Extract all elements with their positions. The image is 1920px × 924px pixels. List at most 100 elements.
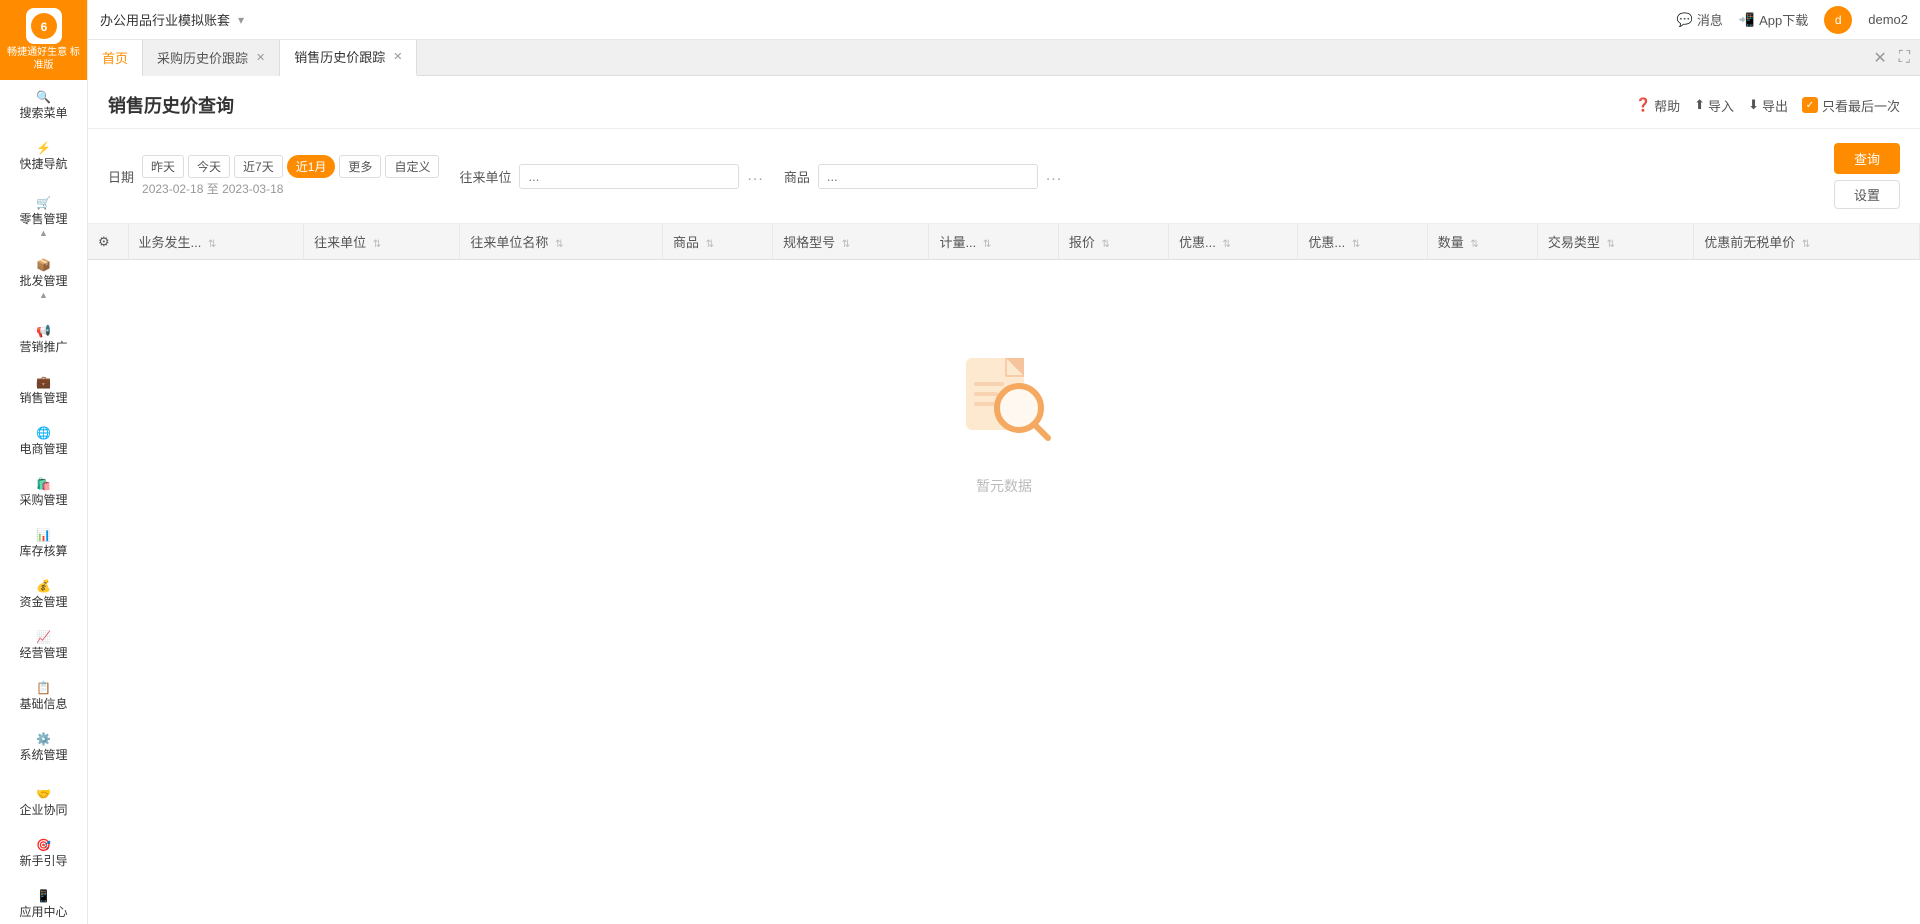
import-button[interactable]: ⬆ 导入 <box>1694 96 1734 115</box>
table-wrapper: ⚙ 业务发生... ⇅ 往来单位 ⇅ 往来单位名称 ⇅ <box>88 224 1920 576</box>
help-button[interactable]: ❓ 帮助 <box>1635 96 1680 115</box>
col-spec-label: 规格型号 <box>783 235 835 250</box>
export-button[interactable]: ⬇ 导出 <box>1748 96 1788 115</box>
product-filter-field: 商品 ... <box>784 164 1062 189</box>
sidebar-item-purchase[interactable]: 🛍️ 采购管理 <box>0 467 87 518</box>
system-icon: ⚙️ <box>36 732 51 746</box>
sidebar-item-marketing[interactable]: 📢 营销推广 <box>0 314 87 365</box>
user-avatar[interactable]: d <box>1824 6 1852 34</box>
col-partner-code-label: 往来单位 <box>314 235 366 250</box>
topbar-dropdown-arrow[interactable]: ▾ <box>238 13 244 27</box>
sidebar-item-system[interactable]: ⚙️ 系统管理 <box>0 722 87 773</box>
sidebar-item-app-center[interactable]: 📱 应用中心 <box>0 879 87 924</box>
app-logo[interactable]: 6 畅捷通好生意 标准版 <box>0 0 87 80</box>
sort-icon: ⇅ <box>706 239 714 250</box>
marketing-icon: 📢 <box>36 324 51 338</box>
lightning-icon: ⚡ <box>36 141 51 155</box>
col-quote-label: 报价 <box>1069 235 1095 250</box>
sidebar-item-inventory[interactable]: 📊 库存核算 <box>0 518 87 569</box>
tab-purchase-history[interactable]: 采购历史价跟踪 ✕ <box>143 40 280 76</box>
search-bar: 日期 昨天 今天 近7天 近1月 更多 自定义 2023-02-18 至 202… <box>88 129 1920 224</box>
message-button[interactable]: 💬 消息 <box>1677 10 1723 29</box>
col-discount2[interactable]: 优惠... ⇅ <box>1298 224 1427 260</box>
query-button[interactable]: 查询 <box>1834 143 1900 174</box>
sidebar-item-operations[interactable]: 📈 经营管理 <box>0 620 87 671</box>
date-btn-1month[interactable]: 近1月 <box>287 155 336 178</box>
sidebar-item-guide[interactable]: 🎯 新手引导 <box>0 828 87 879</box>
col-qty[interactable]: 数量 ⇅ <box>1427 224 1537 260</box>
col-pretax[interactable]: 优惠前无税单价 ⇅ <box>1694 224 1920 260</box>
sidebar-item-basic-info[interactable]: 📋 基础信息 <box>0 671 87 722</box>
sort-icon: ⇅ <box>1352 239 1360 250</box>
col-partner-code[interactable]: 往来单位 ⇅ <box>304 224 460 260</box>
sidebar-item-sales-mgmt[interactable]: 💼 销售管理 <box>0 365 87 416</box>
import-icon: ⬆ <box>1694 97 1705 113</box>
col-product-label: 商品 <box>673 235 699 250</box>
col-spec[interactable]: 规格型号 ⇅ <box>773 224 929 260</box>
col-settings[interactable]: ⚙ <box>88 224 128 260</box>
app-download-label: App下载 <box>1759 10 1808 29</box>
col-trade-type[interactable]: 交易类型 ⇅ <box>1537 224 1693 260</box>
tab-sales-label: 销售历史价跟踪 <box>294 47 385 66</box>
sidebar-item-label: 电商管理 <box>19 440 67 457</box>
help-icon: ❓ <box>1635 97 1651 113</box>
sidebar-item-label: 经营管理 <box>19 644 67 661</box>
product-more-icon[interactable]: ... <box>1046 167 1062 185</box>
export-icon: ⬇ <box>1748 97 1759 113</box>
avatar-initials: d <box>1835 13 1842 27</box>
sort-icon: ⇅ <box>555 239 563 250</box>
tab-sales-close-icon[interactable]: ✕ <box>393 50 402 63</box>
col-discount1[interactable]: 优惠... ⇅ <box>1168 224 1297 260</box>
table-header-row: ⚙ 业务发生... ⇅ 往来单位 ⇅ 往来单位名称 ⇅ <box>88 224 1920 260</box>
date-btn-today[interactable]: 今天 <box>188 155 230 178</box>
col-discount2-label: 优惠... <box>1308 235 1345 250</box>
data-table: ⚙ 业务发生... ⇅ 往来单位 ⇅ 往来单位名称 ⇅ <box>88 224 1920 260</box>
settings-button[interactable]: 设置 <box>1834 180 1900 209</box>
sidebar-item-label: 库存核算 <box>19 542 67 559</box>
partner-label: 往来单位 <box>459 167 511 186</box>
date-btn-7days[interactable]: 近7天 <box>234 155 283 178</box>
topbar-title: 办公用品行业模拟账套 <box>100 10 230 29</box>
col-biz-date[interactable]: 业务发生... ⇅ <box>128 224 304 260</box>
col-partner-name[interactable]: 往来单位名称 ⇅ <box>460 224 663 260</box>
col-unit[interactable]: 计量... ⇅ <box>929 224 1058 260</box>
sidebar-item-ecommerce[interactable]: 🌐 电商管理 <box>0 416 87 467</box>
partner-filter-field: 往来单位 ... <box>459 164 763 189</box>
sidebar-item-quick-nav[interactable]: ⚡ 快捷导航 <box>0 131 87 182</box>
sidebar-item-wholesale[interactable]: 📦 批发管理 ▲ <box>0 248 87 310</box>
wholesale-icon: 📦 <box>36 258 51 272</box>
col-product[interactable]: 商品 ⇅ <box>662 224 772 260</box>
empty-text: 暂元数据 <box>976 476 1032 496</box>
tab-home[interactable]: 首页 <box>88 40 143 76</box>
sidebar-item-label: 搜索菜单 <box>19 104 67 121</box>
download-icon: 📲 <box>1739 12 1755 28</box>
sidebar-item-enterprise[interactable]: 🤝 企业协同 <box>0 777 87 828</box>
date-btn-more[interactable]: 更多 <box>339 155 381 178</box>
product-input[interactable] <box>818 164 1038 189</box>
page-header: 销售历史价查询 ❓ 帮助 ⬆ 导入 ⬇ 导出 ✓ <box>88 76 1920 129</box>
close-window-button[interactable]: ✕ <box>1871 46 1888 70</box>
arrow-up-icon: ▲ <box>39 228 48 238</box>
maximize-button[interactable]: ⛶ <box>1897 47 1912 69</box>
date-btn-yesterday[interactable]: 昨天 <box>142 155 184 178</box>
date-btn-custom[interactable]: 自定义 <box>385 155 439 178</box>
message-label: 消息 <box>1697 10 1723 29</box>
gear-icon[interactable]: ⚙ <box>98 234 110 249</box>
content-area: 销售历史价查询 ❓ 帮助 ⬆ 导入 ⬇ 导出 ✓ <box>88 76 1920 924</box>
logo-text: 畅捷通好生意 标准版 <box>6 46 81 72</box>
sidebar-item-label: 资金管理 <box>19 593 67 610</box>
only-last-checkbox[interactable]: ✓ 只看最后一次 <box>1802 96 1900 115</box>
user-name[interactable]: demo2 <box>1868 12 1908 27</box>
col-quote[interactable]: 报价 ⇅ <box>1058 224 1168 260</box>
sidebar-item-retail[interactable]: 🛒 零售管理 ▲ <box>0 186 87 248</box>
partner-input[interactable] <box>519 164 739 189</box>
app-download-button[interactable]: 📲 App下载 <box>1739 10 1808 29</box>
tab-purchase-close-icon[interactable]: ✕ <box>256 51 265 64</box>
message-icon: 💬 <box>1677 12 1693 28</box>
sidebar-item-finance[interactable]: 💰 资金管理 <box>0 569 87 620</box>
sidebar-item-search-menu[interactable]: 🔍 搜索菜单 <box>0 80 87 131</box>
sort-icon: ⇅ <box>208 239 216 250</box>
tab-sales-history[interactable]: 销售历史价跟踪 ✕ <box>280 40 417 76</box>
topbar-right: 💬 消息 📲 App下载 d demo2 <box>1677 6 1908 34</box>
partner-more-icon[interactable]: ... <box>747 167 763 185</box>
